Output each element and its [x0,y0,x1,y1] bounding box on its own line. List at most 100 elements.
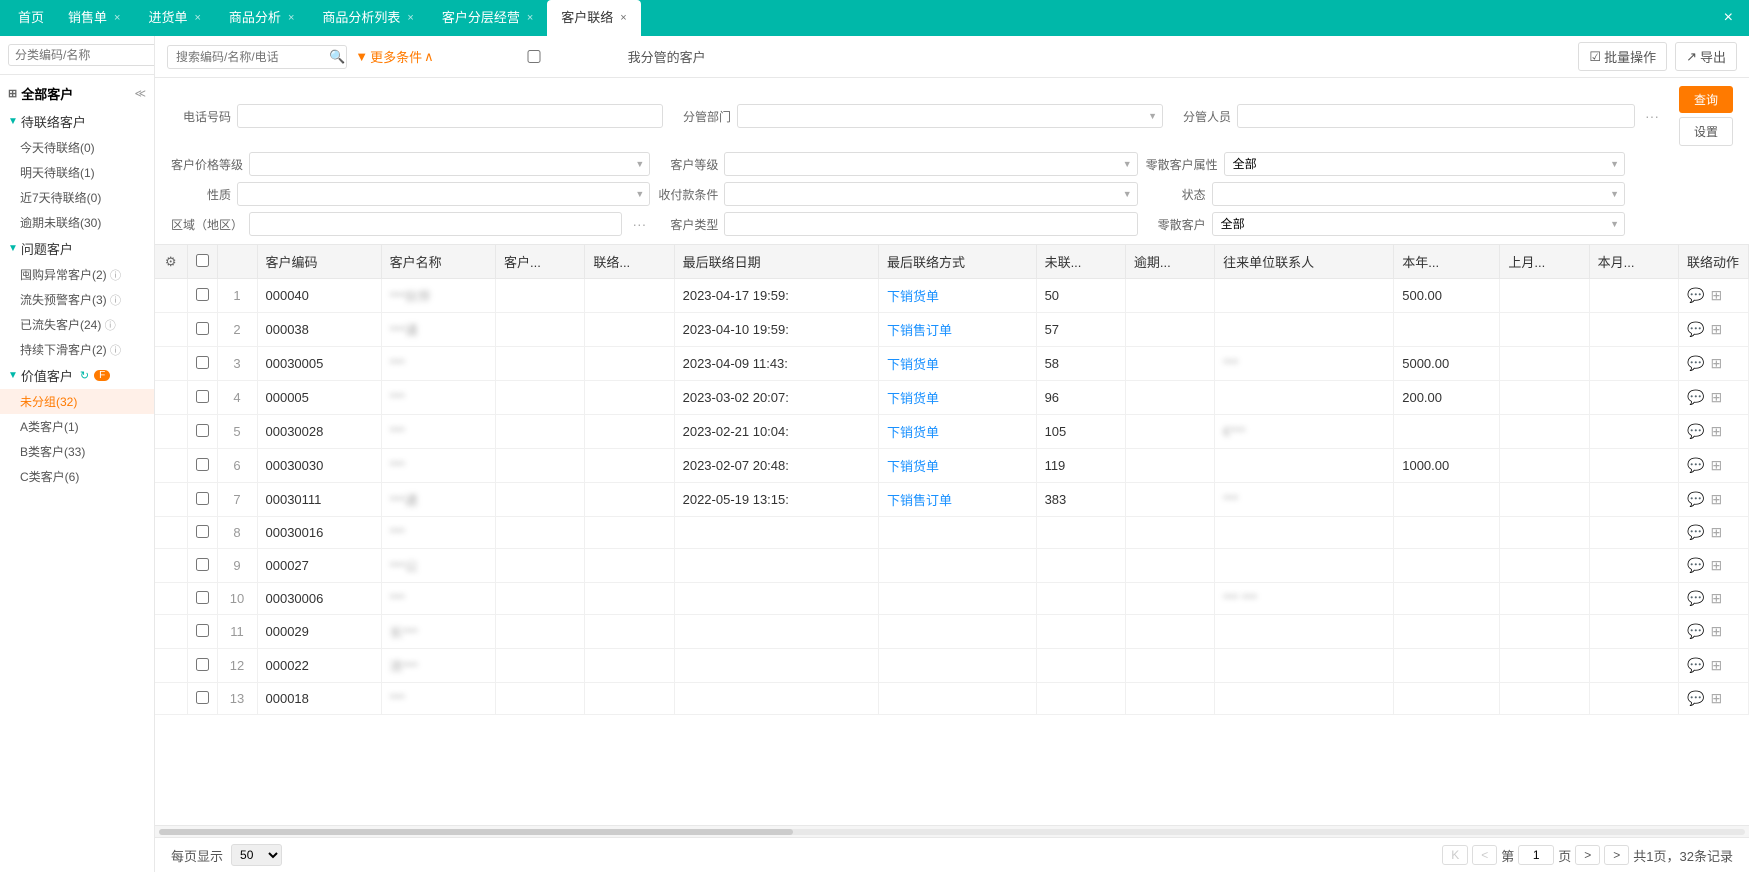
more-action-icon[interactable]: ⊞ [1710,321,1722,338]
close-purchase-tab-icon[interactable]: × [194,0,200,36]
row-checkbox[interactable] [196,492,209,505]
td-last-method[interactable]: 下销货单 [879,415,1037,449]
filter-price-level-select[interactable] [249,152,650,176]
sidebar-item-today[interactable]: 今天待联络(0) [0,135,154,160]
nav-home[interactable]: 首页 [8,0,54,36]
chat-icon[interactable]: 💬 [1687,321,1704,338]
th-settings[interactable]: ⚙ [155,245,187,279]
search-btn-icon[interactable]: 🔍 [329,49,345,65]
row-checkbox[interactable] [196,390,209,403]
my-customers-checkbox[interactable] [444,50,624,63]
reset-btn[interactable]: 设置 [1679,117,1733,146]
chat-icon[interactable]: 💬 [1687,623,1704,640]
td-last-method[interactable]: 下销货单 [879,449,1037,483]
row-checkbox[interactable] [196,658,209,671]
more-action-icon[interactable]: ⊞ [1710,355,1722,372]
filter-scattered-attr-select[interactable]: 全部 [1224,152,1625,176]
collapse-sidebar-btn[interactable]: ≪ [134,87,146,100]
section-problem-customers[interactable]: ▼ 问题客户 [0,235,154,262]
section-value-customers[interactable]: ▼ 价值客户 ↻ F [0,362,154,389]
th-type[interactable]: 客户... [496,245,585,279]
td-check[interactable] [187,347,217,381]
chat-icon[interactable]: 💬 [1687,389,1704,406]
th-code[interactable]: 客户编码 [257,245,381,279]
page-input[interactable] [1518,845,1554,865]
filter-status-select[interactable] [1212,182,1625,206]
row-checkbox[interactable] [196,288,209,301]
nav-tab-customer-contact[interactable]: 客户联络 × [547,0,640,36]
last-method-link[interactable]: 下销售订单 [887,323,952,338]
reload-icon[interactable]: ↻ [80,369,89,382]
more-action-icon[interactable]: ⊞ [1710,389,1722,406]
th-not-contacted[interactable]: 未联... [1036,245,1125,279]
filter-payment-select[interactable] [724,182,1137,206]
export-btn[interactable]: ↗ 导出 [1675,42,1737,71]
th-last-month[interactable]: 上月... [1500,245,1589,279]
td-check[interactable] [187,449,217,483]
sidebar-item-overdue[interactable]: 逾期未联络(30) [0,210,154,235]
chat-icon[interactable]: 💬 [1687,355,1704,372]
per-page-select[interactable]: 50 100 200 [231,844,282,866]
search-input[interactable] [167,45,347,69]
sidebar-item-churned[interactable]: 已流失客户(24) ⓘ [0,312,154,337]
th-name[interactable]: 客户名称 [381,245,495,279]
filter-manager-more-icon[interactable]: ··· [1641,108,1663,124]
nav-tab-product-analysis[interactable]: 商品分析 × [215,0,308,36]
row-checkbox[interactable] [196,356,209,369]
query-btn[interactable]: 查询 [1679,86,1733,113]
row-checkbox[interactable] [196,558,209,571]
sidebar-item-tomorrow[interactable]: 明天待联络(1) [0,160,154,185]
td-check[interactable] [187,549,217,583]
td-check[interactable] [187,583,217,615]
td-check[interactable] [187,381,217,415]
sidebar-search-input[interactable] [8,44,155,66]
nav-tab-sales[interactable]: 销售单 × [54,0,134,36]
chat-icon[interactable]: 💬 [1687,491,1704,508]
close-product-list-icon[interactable]: × [407,0,413,36]
more-action-icon[interactable]: ⊞ [1710,623,1722,640]
th-contact[interactable]: 联络... [585,245,674,279]
td-check[interactable] [187,313,217,347]
scroll-bar-track[interactable] [159,829,1745,835]
filter-customer-type-input[interactable] [724,212,1137,236]
last-method-link[interactable]: 下销货单 [887,357,939,372]
th-this-year[interactable]: 本年... [1394,245,1500,279]
more-action-icon[interactable]: ⊞ [1710,491,1722,508]
chat-icon[interactable]: 💬 [1687,524,1704,541]
last-method-link[interactable]: 下销货单 [887,289,939,304]
more-action-icon[interactable]: ⊞ [1710,590,1722,607]
close-all-icon[interactable]: × [1716,9,1741,27]
row-checkbox[interactable] [196,525,209,538]
chat-icon[interactable]: 💬 [1687,557,1704,574]
row-checkbox[interactable] [196,624,209,637]
filter-scattered-select[interactable]: 全部 [1212,212,1625,236]
chat-icon[interactable]: 💬 [1687,287,1704,304]
more-action-icon[interactable]: ⊞ [1710,457,1722,474]
chat-icon[interactable]: 💬 [1687,423,1704,440]
first-page-btn[interactable]: K [1442,845,1468,865]
last-method-link[interactable]: 下销售订单 [887,493,952,508]
nav-tab-customer-segment[interactable]: 客户分层经营 × [428,0,547,36]
close-customer-contact-icon[interactable]: × [620,0,626,36]
chat-icon[interactable]: 💬 [1687,457,1704,474]
more-action-icon[interactable]: ⊞ [1710,287,1722,304]
th-overdue[interactable]: 逾期... [1125,245,1214,279]
nav-tab-purchase[interactable]: 进货单 × [134,0,214,36]
td-last-method[interactable]: 下销货单 [879,381,1037,415]
chat-icon[interactable]: 💬 [1687,590,1704,607]
chat-icon[interactable]: 💬 [1687,657,1704,674]
last-method-link[interactable]: 下销货单 [887,391,939,406]
last-page-btn[interactable]: > [1604,845,1629,865]
td-check[interactable] [187,683,217,715]
td-last-method[interactable]: 下销售订单 [879,313,1037,347]
last-method-link[interactable]: 下销货单 [887,425,939,440]
all-customers-header[interactable]: ⊞ 全部客户 ≪ [0,79,154,108]
row-checkbox[interactable] [196,424,209,437]
more-conditions-btn[interactable]: ▼ 更多条件 ∧ [355,47,433,66]
row-checkbox[interactable] [196,458,209,471]
close-product-analysis-icon[interactable]: × [288,0,294,36]
td-check[interactable] [187,649,217,683]
close-sales-tab-icon[interactable]: × [114,0,120,36]
sidebar-item-class-a[interactable]: A类客户(1) [0,414,154,439]
last-method-link[interactable]: 下销货单 [887,459,939,474]
